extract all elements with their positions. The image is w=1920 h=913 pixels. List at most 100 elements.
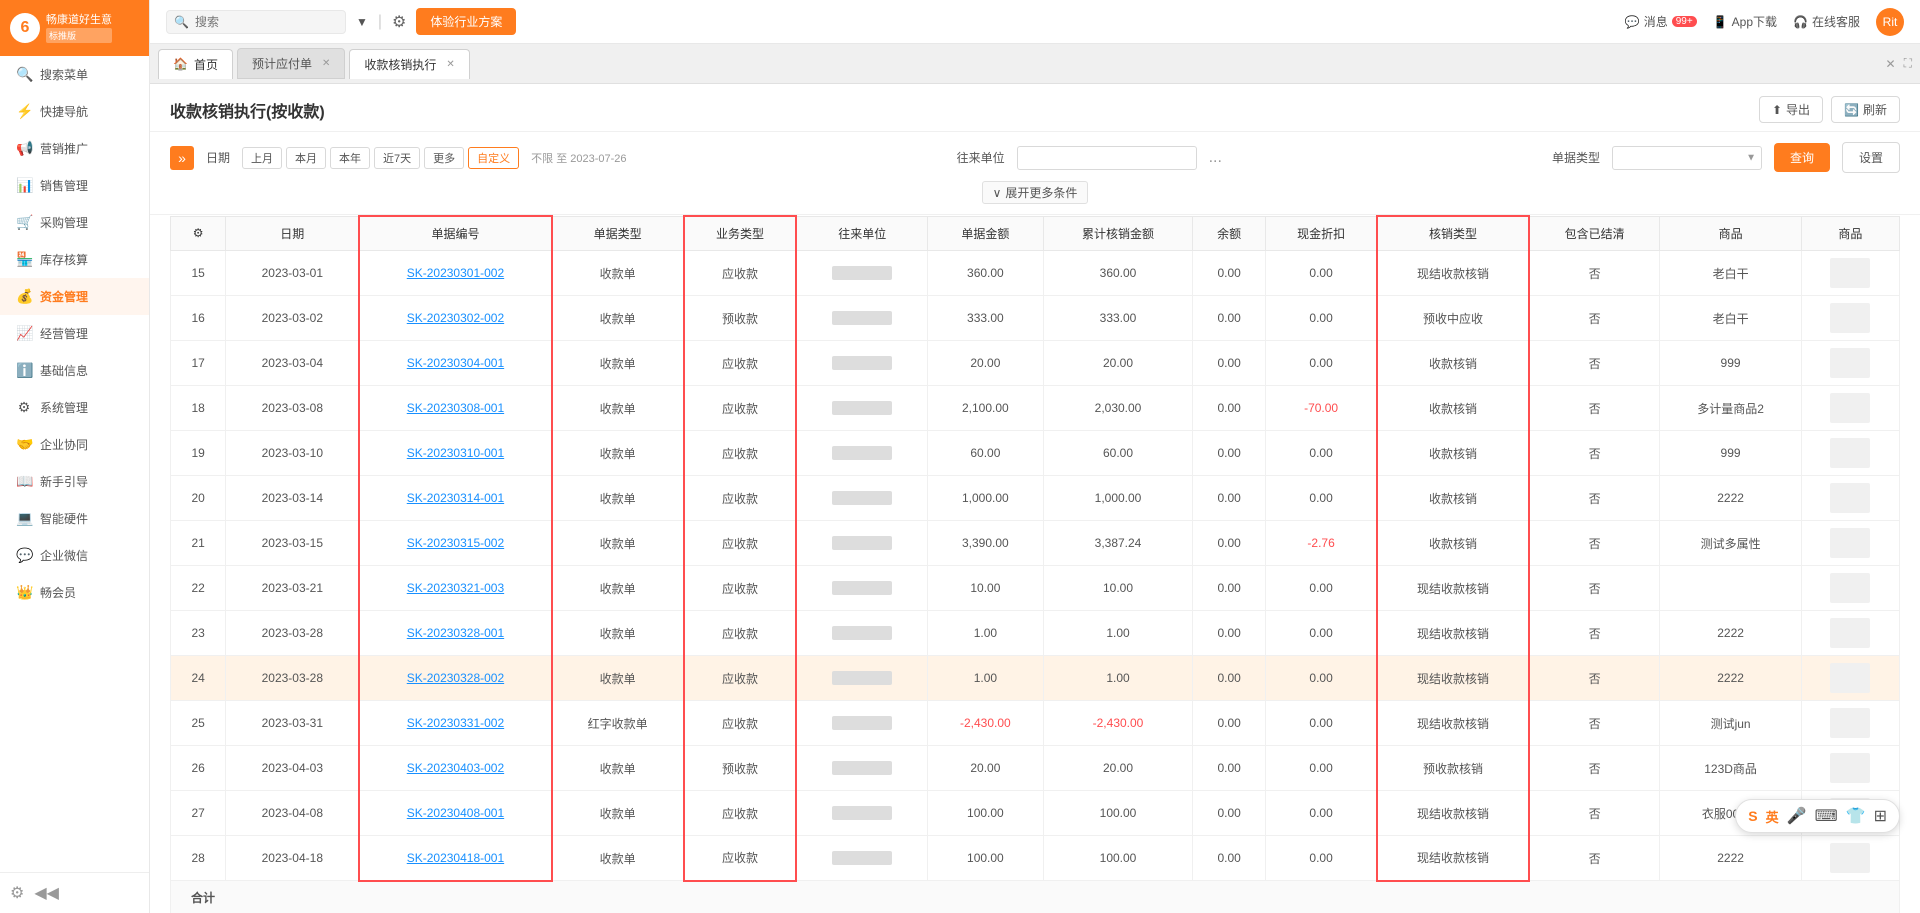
bill-no-link[interactable]: SK-20230302-002 xyxy=(407,311,504,325)
sidebar-item-4[interactable]: 🛒 采购管理 xyxy=(0,204,149,241)
bill-no-link[interactable]: SK-20230310-001 xyxy=(407,446,504,460)
cell-biz-type: 应收款 xyxy=(684,791,797,836)
col-bill-type: 单据类型 xyxy=(552,216,684,251)
collapse-icon[interactable]: ◀◀ xyxy=(34,883,59,903)
cell-accum-amount: 1,000.00 xyxy=(1043,476,1193,521)
sidebar-label-9: 系统管理 xyxy=(40,399,88,416)
cell-include-settled: 否 xyxy=(1529,701,1660,746)
bill-no-link[interactable]: SK-20230314-001 xyxy=(407,491,504,505)
bill-no-link[interactable]: SK-20230328-001 xyxy=(407,626,504,640)
sidebar-item-6[interactable]: 💰 资金管理 xyxy=(0,278,149,315)
cell-verify-type: 预收中应收 xyxy=(1377,296,1528,341)
cell-accum-amount: 360.00 xyxy=(1043,251,1193,296)
tab-close-receipt[interactable]: ✕ xyxy=(446,59,454,70)
query-button[interactable]: 查询 xyxy=(1774,143,1830,172)
filter-expand-button[interactable]: » xyxy=(170,146,194,170)
date-btn-this-year[interactable]: 本年 xyxy=(330,147,370,169)
col-accum-amount: 累计核销金额 xyxy=(1043,216,1193,251)
cell-verify-type: 收款核销 xyxy=(1377,431,1528,476)
bill-no-link[interactable]: SK-20230315-002 xyxy=(407,536,504,550)
mic-icon[interactable]: 🎤 xyxy=(1787,806,1807,826)
settings-bottom-icon[interactable]: ⚙ xyxy=(10,883,24,903)
bill-no-link[interactable]: SK-20230321-003 xyxy=(407,581,504,595)
date-btn-7days[interactable]: 近7天 xyxy=(374,147,420,169)
industry-dropdown[interactable]: ▼ xyxy=(356,15,368,29)
search-input[interactable] xyxy=(166,10,346,34)
date-btn-custom[interactable]: 自定义 xyxy=(468,147,519,169)
sidebar-item-8[interactable]: ℹ️ 基础信息 xyxy=(0,352,149,389)
cell-goods2 xyxy=(1801,701,1899,746)
sidebar-label-2: 营销推广 xyxy=(40,140,88,157)
bill-no-link[interactable]: SK-20230403-002 xyxy=(407,761,504,775)
shirt-icon[interactable]: 👕 xyxy=(1846,806,1866,826)
topbar: 🔍 ▼ | ⚙ 体验行业方案 💬 消息 99+ 📱 App下载 🎧 在线客服 R… xyxy=(150,0,1920,44)
topbar-divider: | xyxy=(378,13,382,31)
date-btn-this-month[interactable]: 本月 xyxy=(286,147,326,169)
logo-text: 畅康道好生意 xyxy=(46,13,112,27)
sidebar-item-7[interactable]: 📈 经营管理 xyxy=(0,315,149,352)
sidebar-icon-2: 📢 xyxy=(16,140,32,157)
date-btn-more[interactable]: 更多 xyxy=(424,147,464,169)
cell-include-settled: 否 xyxy=(1529,476,1660,521)
export-button[interactable]: ⬆ 导出 xyxy=(1759,96,1823,123)
bill-no-link[interactable]: SK-20230308-001 xyxy=(407,401,504,415)
bill-no-link[interactable]: SK-20230331-002 xyxy=(407,716,504,730)
sidebar-item-3[interactable]: 📊 销售管理 xyxy=(0,167,149,204)
message-item[interactable]: 💬 消息 99+ xyxy=(1625,13,1697,30)
cell-bill-type: 收款单 xyxy=(552,251,684,296)
headset-icon: 🎧 xyxy=(1793,15,1808,29)
settings-button[interactable]: 设置 xyxy=(1842,142,1900,173)
grid-icon[interactable]: ⊞ xyxy=(1874,806,1887,826)
sidebar-item-13[interactable]: 💬 企业微信 xyxy=(0,537,149,574)
sidebar-label-0: 搜索菜单 xyxy=(40,66,88,83)
cell-date: 2023-03-01 xyxy=(226,251,359,296)
expand-more-button[interactable]: ∨ 展开更多条件 xyxy=(982,181,1089,204)
sidebar-logo: 6 畅康道好生意 标推版 xyxy=(0,0,149,56)
close-all-icon[interactable]: ✕ xyxy=(1886,57,1896,71)
cell-partner xyxy=(796,296,927,341)
settings-icon[interactable]: ⚙ xyxy=(392,12,406,32)
bill-no-link[interactable]: SK-20230304-001 xyxy=(407,356,504,370)
bill-no-link[interactable]: SK-20230418-001 xyxy=(407,851,504,865)
partner-filter-input[interactable] xyxy=(1017,146,1197,170)
bill-no-link[interactable]: SK-20230408-001 xyxy=(407,806,504,820)
sidebar-item-10[interactable]: 🤝 企业协同 xyxy=(0,426,149,463)
cell-goods1: 999 xyxy=(1660,341,1801,386)
sidebar-item-9[interactable]: ⚙ 系统管理 xyxy=(0,389,149,426)
sidebar-item-2[interactable]: 📢 营销推广 xyxy=(0,130,149,167)
sidebar-item-1[interactable]: ⚡ 快捷导航 xyxy=(0,93,149,130)
cell-partner xyxy=(796,701,927,746)
sidebar-item-12[interactable]: 💻 智能硬件 xyxy=(0,500,149,537)
sidebar-item-0[interactable]: 🔍 搜索菜单 xyxy=(0,56,149,93)
date-btn-last-month[interactable]: 上月 xyxy=(242,147,282,169)
cell-goods1: 测试jun xyxy=(1660,701,1801,746)
solution-button[interactable]: 体验行业方案 xyxy=(416,8,516,35)
maximize-icon[interactable]: ⛶ xyxy=(1904,56,1912,71)
refresh-button[interactable]: 🔄 刷新 xyxy=(1831,96,1900,123)
cell-goods1 xyxy=(1660,566,1801,611)
user-avatar[interactable]: Rit xyxy=(1876,8,1904,36)
sidebar-item-11[interactable]: 📖 新手引导 xyxy=(0,463,149,500)
cell-num: 20 xyxy=(171,476,226,521)
cell-biz-type: 应收款 xyxy=(684,431,797,476)
filter-row-2: ∨ 展开更多条件 xyxy=(170,181,1900,204)
app-download-item[interactable]: 📱 App下载 xyxy=(1713,13,1777,30)
sidebar-bottom: ⚙ ◀◀ xyxy=(0,872,149,913)
cell-balance: 0.00 xyxy=(1193,251,1265,296)
tab-prepay[interactable]: 预计应付单 ✕ xyxy=(237,48,345,79)
tab-home[interactable]: 🏠 首页 xyxy=(158,49,233,79)
keyboard-icon[interactable]: ⌨ xyxy=(1815,806,1838,826)
cell-goods1: 老白干 xyxy=(1660,251,1801,296)
bill-type-select[interactable] xyxy=(1612,146,1762,170)
cell-partner xyxy=(796,791,927,836)
col-settings[interactable]: ⚙ xyxy=(171,216,226,251)
tab-receipt[interactable]: 收款核销执行 ✕ xyxy=(349,49,469,79)
sidebar-item-14[interactable]: 👑 畅会员 xyxy=(0,574,149,611)
bill-no-link[interactable]: SK-20230328-002 xyxy=(407,671,504,685)
cell-bill-no: SK-20230408-001 xyxy=(359,791,551,836)
online-service-item[interactable]: 🎧 在线客服 xyxy=(1793,13,1860,30)
sidebar-item-5[interactable]: 🏪 库存核算 xyxy=(0,241,149,278)
bill-no-link[interactable]: SK-20230301-002 xyxy=(407,266,504,280)
cell-verify-type: 现结收款核销 xyxy=(1377,791,1528,836)
tab-close-prepay[interactable]: ✕ xyxy=(322,58,330,69)
